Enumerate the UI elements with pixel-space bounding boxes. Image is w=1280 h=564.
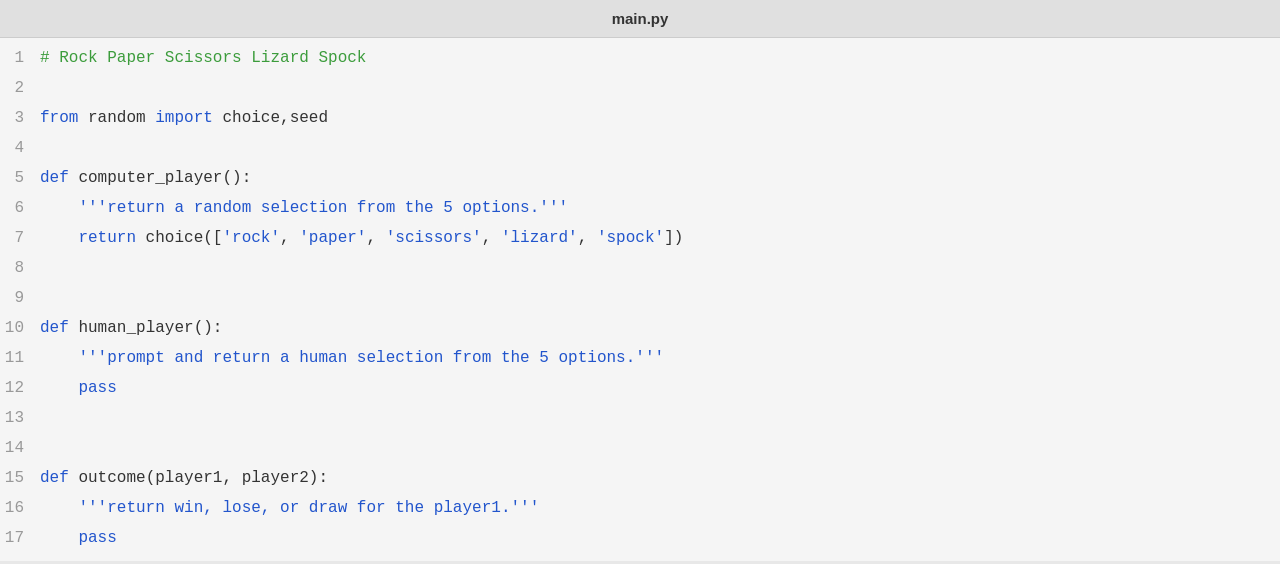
code-line: 15def outcome(player1, player2): [0, 468, 1280, 498]
code-token [40, 349, 78, 367]
code-token: computer_player(): [69, 169, 251, 187]
code-line: 1# Rock Paper Scissors Lizard Spock [0, 48, 1280, 78]
code-line: 6 '''return a random selection from the … [0, 198, 1280, 228]
code-token: return [78, 229, 136, 247]
code-line: 14 [0, 438, 1280, 468]
line-number: 13 [0, 409, 40, 427]
file-title: main.py [612, 10, 669, 27]
line-number: 7 [0, 229, 40, 247]
line-number: 6 [0, 199, 40, 217]
line-content: # Rock Paper Scissors Lizard Spock [40, 49, 366, 67]
code-token: def [40, 169, 69, 187]
code-token: '''return a random selection from the 5 … [78, 199, 568, 217]
title-bar: main.py [0, 0, 1280, 38]
code-token: '''prompt and return a human selection f… [78, 349, 664, 367]
code-token [40, 529, 78, 547]
line-content [40, 289, 50, 307]
line-content: def human_player(): [40, 319, 222, 337]
code-token: def [40, 469, 69, 487]
line-number: 3 [0, 109, 40, 127]
code-line: 13 [0, 408, 1280, 438]
code-token: , [280, 229, 299, 247]
line-number: 9 [0, 289, 40, 307]
line-content [40, 439, 50, 457]
line-content: pass [40, 529, 117, 547]
line-content: def outcome(player1, player2): [40, 469, 328, 487]
code-token: pass [78, 379, 116, 397]
editor-area: 1# Rock Paper Scissors Lizard Spock2 3fr… [0, 38, 1280, 561]
line-content [40, 79, 50, 97]
code-token: import [155, 109, 213, 127]
code-token [40, 229, 78, 247]
code-token: def [40, 319, 69, 337]
code-line: 4 [0, 138, 1280, 168]
code-line: 12 pass [0, 378, 1280, 408]
line-content [40, 409, 50, 427]
code-line: 10def human_player(): [0, 318, 1280, 348]
code-token: ]) [664, 229, 683, 247]
line-number: 1 [0, 49, 40, 67]
code-token: human_player(): [69, 319, 223, 337]
code-token: , [578, 229, 597, 247]
code-token: random [78, 109, 155, 127]
code-line: 9 [0, 288, 1280, 318]
code-line: 17 pass [0, 528, 1280, 558]
line-content: pass [40, 379, 117, 397]
code-token: 'rock' [222, 229, 280, 247]
line-number: 10 [0, 319, 40, 337]
line-content: return choice(['rock', 'paper', 'scissor… [40, 229, 683, 247]
code-line: 11 '''prompt and return a human selectio… [0, 348, 1280, 378]
line-number: 15 [0, 469, 40, 487]
code-token: 'paper' [299, 229, 366, 247]
code-token [40, 379, 78, 397]
code-token: # Rock Paper Scissors Lizard Spock [40, 49, 366, 67]
code-line: 18 [0, 558, 1280, 561]
line-content: '''prompt and return a human selection f… [40, 349, 664, 367]
code-line: 2 [0, 78, 1280, 108]
code-token: choice([ [136, 229, 222, 247]
line-content [40, 139, 50, 157]
code-token: from [40, 109, 78, 127]
code-token: 'spock' [597, 229, 664, 247]
code-token [40, 499, 78, 517]
code-token: , [482, 229, 501, 247]
code-token: 'lizard' [501, 229, 578, 247]
code-token [40, 199, 78, 217]
code-token: choice,seed [213, 109, 328, 127]
line-number: 11 [0, 349, 40, 367]
line-number: 4 [0, 139, 40, 157]
line-content [40, 259, 50, 277]
line-number: 12 [0, 379, 40, 397]
line-number: 8 [0, 259, 40, 277]
code-line: 5def computer_player(): [0, 168, 1280, 198]
code-token: pass [78, 529, 116, 547]
line-number: 5 [0, 169, 40, 187]
line-number: 2 [0, 79, 40, 97]
line-content: '''return win, lose, or draw for the pla… [40, 499, 539, 517]
line-content [40, 559, 50, 561]
code-token: , [366, 229, 385, 247]
code-line: 16 '''return win, lose, or draw for the … [0, 498, 1280, 528]
code-token: 'scissors' [386, 229, 482, 247]
line-content: '''return a random selection from the 5 … [40, 199, 568, 217]
code-token: '''return win, lose, or draw for the pla… [78, 499, 539, 517]
line-number: 17 [0, 529, 40, 547]
code-line: 7 return choice(['rock', 'paper', 'sciss… [0, 228, 1280, 258]
line-content: from random import choice,seed [40, 109, 328, 127]
line-number: 14 [0, 439, 40, 457]
line-content: def computer_player(): [40, 169, 251, 187]
code-token: outcome(player1, player2): [69, 469, 328, 487]
code-line: 8 [0, 258, 1280, 288]
line-number: 18 [0, 559, 40, 561]
code-line: 3from random import choice,seed [0, 108, 1280, 138]
line-number: 16 [0, 499, 40, 517]
